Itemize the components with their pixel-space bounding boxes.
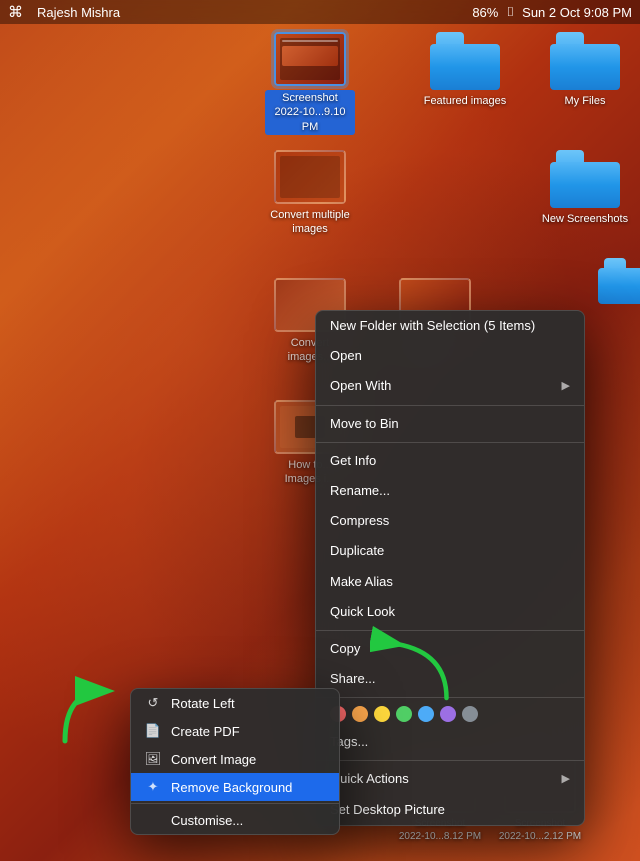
sub-customise[interactable]: Customise...: [131, 806, 339, 834]
screenshot-thumb-1: [274, 32, 346, 86]
desktop-icon-featured[interactable]: Featured images: [420, 32, 510, 108]
ctx-quick-look[interactable]: Quick Look: [316, 597, 584, 627]
ctx-open-with[interactable]: Open With ▶: [316, 371, 584, 401]
quick-actions-arrow: ▶: [562, 772, 570, 787]
my-files-label: My Files: [565, 94, 606, 108]
ctx-sep-2: [316, 442, 584, 443]
apple-menu-icon[interactable]: ⌘: [8, 3, 23, 21]
tag-orange[interactable]: [352, 706, 368, 722]
app-name[interactable]: Rajesh Mishra: [37, 5, 120, 20]
create-pdf-icon: 📄: [145, 723, 161, 739]
ctx-sep-5: [316, 760, 584, 761]
context-menu: New Folder with Selection (5 Items) Open…: [315, 310, 585, 826]
screenshot-1-label: Screenshot2022-10...9.10 PM: [265, 90, 355, 135]
rotate-left-icon: ↺: [145, 695, 161, 711]
right-arrow-indicator: [370, 626, 460, 716]
ctx-get-info[interactable]: Get Info: [316, 446, 584, 476]
desktop-icon-convert-multiple[interactable]: Convert multipleimages: [265, 150, 355, 237]
new-screenshots-folder-icon: [550, 150, 620, 208]
new-screenshots-label: New Screenshots: [542, 212, 628, 226]
desktop-icon-my-files[interactable]: My Files: [540, 32, 630, 108]
sub-convert-image[interactable]: 🖼 Convert Image: [131, 745, 339, 773]
wifi-icon: ⌷: [506, 4, 514, 20]
menubar: ⌘ Rajesh Mishra 86% ⌷ Sun 2 Oct 9:08 PM: [0, 0, 640, 24]
convert-image-icon: 🖼: [145, 751, 161, 767]
customise-icon: [145, 812, 161, 828]
ctx-compress[interactable]: Compress: [316, 506, 584, 536]
desktop-icon-screenshot-1[interactable]: Screenshot2022-10...9.10 PM: [265, 32, 355, 135]
ctx-move-bin[interactable]: Move to Bin: [316, 409, 584, 439]
quick-actions-submenu: ↺ Rotate Left 📄 Create PDF 🖼 Convert Ima…: [130, 688, 340, 835]
featured-folder-icon: [430, 32, 500, 90]
convert-multiple-label: Convert multipleimages: [270, 208, 349, 237]
desktop-icon-extra-folder[interactable]: [580, 258, 640, 304]
remove-bg-icon: ✦: [145, 779, 161, 795]
ctx-sep-1: [316, 405, 584, 406]
ctx-new-folder[interactable]: New Folder with Selection (5 Items): [316, 311, 584, 341]
battery-indicator: 86%: [472, 5, 498, 20]
my-files-folder-icon: [550, 32, 620, 90]
ctx-tags-label[interactable]: Tags...: [316, 727, 584, 757]
featured-label: Featured images: [424, 94, 507, 108]
ctx-duplicate[interactable]: Duplicate: [316, 536, 584, 566]
convert-multiple-thumb: [274, 150, 346, 204]
tag-gray[interactable]: [462, 706, 478, 722]
open-with-arrow: ▶: [562, 379, 570, 394]
ctx-rename[interactable]: Rename...: [316, 476, 584, 506]
sub-rotate-left[interactable]: ↺ Rotate Left: [131, 689, 339, 717]
ctx-quick-actions[interactable]: Quick Actions ▶: [316, 764, 584, 794]
extra-folder-icon: [598, 258, 640, 304]
datetime: Sun 2 Oct 9:08 PM: [522, 5, 632, 20]
sub-remove-background[interactable]: ✦ Remove Background: [131, 773, 339, 801]
ctx-make-alias[interactable]: Make Alias: [316, 567, 584, 597]
ctx-set-desktop[interactable]: Set Desktop Picture: [316, 795, 584, 825]
sub-sep-1: [131, 803, 339, 804]
left-arrow-indicator: [50, 671, 130, 751]
sub-create-pdf[interactable]: 📄 Create PDF: [131, 717, 339, 745]
desktop-icon-new-screenshots[interactable]: New Screenshots: [540, 150, 630, 226]
ctx-open[interactable]: Open: [316, 341, 584, 371]
